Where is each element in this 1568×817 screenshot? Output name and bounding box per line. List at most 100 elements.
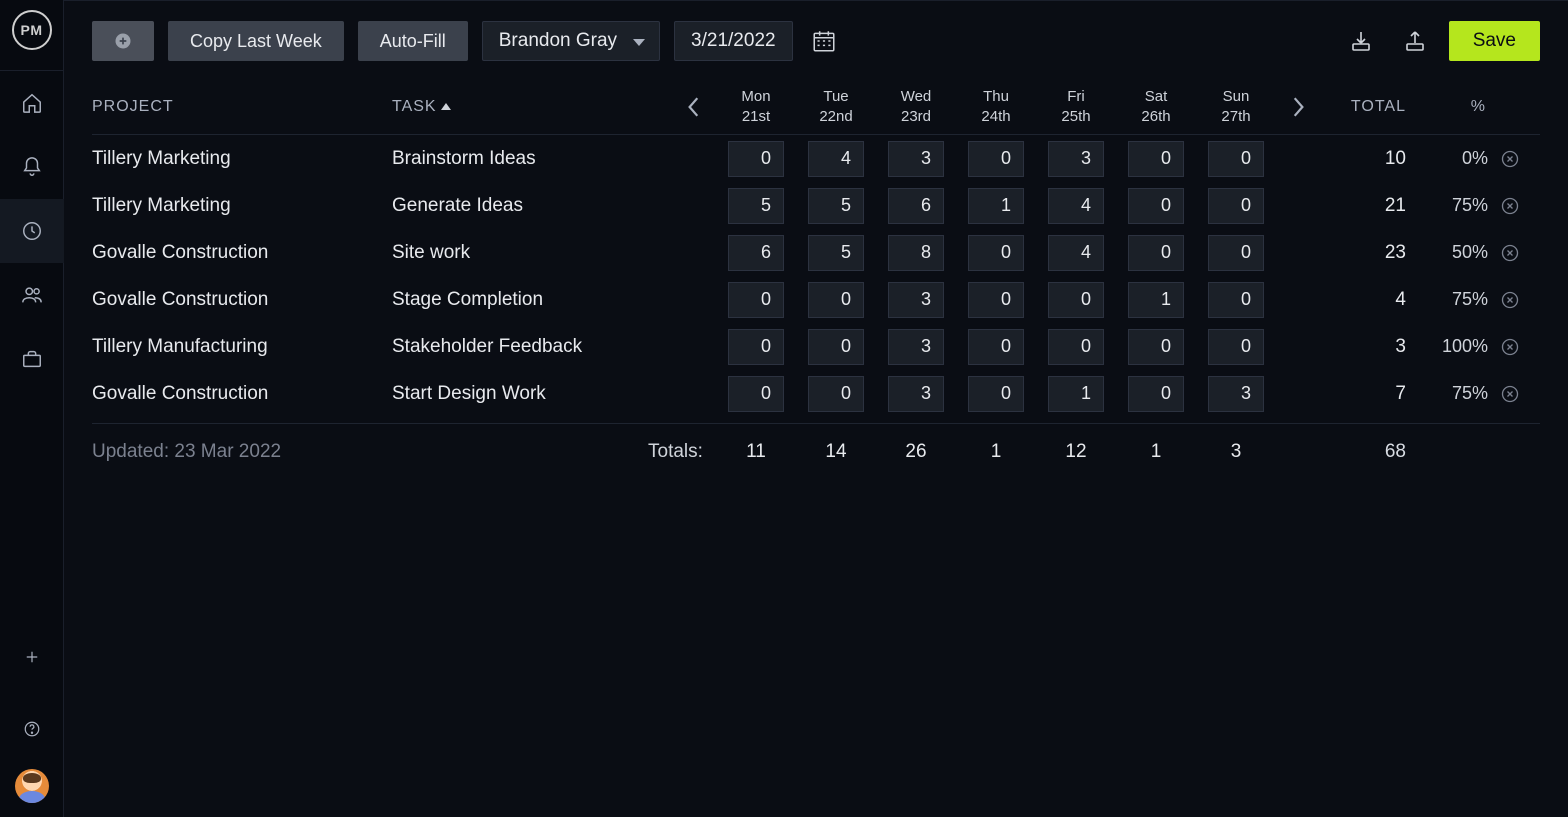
hour-input[interactable]: 0	[1128, 329, 1184, 365]
cell-project[interactable]: Govalle Construction	[92, 289, 392, 311]
hour-input[interactable]: 1	[968, 188, 1024, 224]
hour-input[interactable]: 0	[968, 282, 1024, 318]
hour-input[interactable]: 0	[808, 329, 864, 365]
hour-input[interactable]: 3	[1048, 141, 1104, 177]
chevron-right-icon	[1291, 96, 1305, 118]
user-select[interactable]: Brandon Gray	[482, 21, 660, 61]
hour-input[interactable]: 4	[1048, 188, 1104, 224]
hour-input[interactable]: 3	[888, 141, 944, 177]
nav-home[interactable]	[0, 71, 64, 135]
hour-input[interactable]: 0	[968, 376, 1024, 412]
hour-input[interactable]: 0	[1208, 235, 1264, 271]
next-week-button[interactable]	[1276, 85, 1320, 129]
add-row-button[interactable]	[92, 21, 154, 61]
prev-week-button[interactable]	[672, 85, 716, 129]
hour-input[interactable]: 0	[1128, 376, 1184, 412]
delete-row-button[interactable]	[1490, 196, 1530, 216]
hour-input[interactable]: 0	[728, 376, 784, 412]
user-avatar[interactable]	[15, 769, 49, 803]
hour-input[interactable]: 0	[728, 282, 784, 318]
chevron-left-icon	[687, 96, 701, 118]
header-task-label: TASK	[392, 98, 437, 116]
hour-input[interactable]: 8	[888, 235, 944, 271]
hour-input[interactable]: 0	[1128, 141, 1184, 177]
hour-input[interactable]: 3	[1208, 376, 1264, 412]
hour-input[interactable]: 0	[1048, 282, 1104, 318]
cell-hour: 3	[876, 329, 956, 365]
hour-input[interactable]: 5	[808, 188, 864, 224]
cell-hour: 0	[956, 235, 1036, 271]
hour-input[interactable]: 0	[728, 141, 784, 177]
cell-project[interactable]: Tillery Manufacturing	[92, 336, 392, 358]
cell-project[interactable]: Govalle Construction	[92, 242, 392, 264]
hour-input[interactable]: 1	[1128, 282, 1184, 318]
cell-project[interactable]: Govalle Construction	[92, 383, 392, 405]
hour-input[interactable]: 0	[1208, 329, 1264, 365]
footer-total-mon: 11	[716, 441, 796, 463]
hour-input[interactable]: 3	[888, 376, 944, 412]
hour-input[interactable]: 0	[808, 282, 864, 318]
hour-input[interactable]: 0	[1208, 282, 1264, 318]
hour-input[interactable]: 0	[968, 329, 1024, 365]
hour-input[interactable]: 0	[1048, 329, 1104, 365]
cell-hour: 6	[876, 188, 956, 224]
header-project[interactable]: PROJECT	[92, 98, 392, 116]
timesheet-row: Govalle ConstructionSite work65804002350…	[92, 229, 1540, 276]
help-icon	[23, 720, 41, 738]
delete-row-button[interactable]	[1490, 290, 1530, 310]
nav-work[interactable]	[0, 327, 64, 391]
timesheet-grid: PROJECT TASK Mon21st Tue22nd Wed23rd Thu…	[64, 79, 1568, 479]
cell-task[interactable]: Stakeholder Feedback	[392, 336, 672, 358]
hour-input[interactable]: 0	[808, 376, 864, 412]
delete-row-button[interactable]	[1490, 243, 1530, 263]
grid-footer: Updated: 23 Mar 2022 Totals: 11 14 26 1 …	[92, 423, 1540, 479]
nav-add[interactable]	[0, 625, 64, 689]
main-content: Copy Last Week Auto-Fill Brandon Gray 3/…	[64, 0, 1568, 817]
hour-input[interactable]: 4	[1048, 235, 1104, 271]
cell-task[interactable]: Start Design Work	[392, 383, 672, 405]
hour-input[interactable]: 0	[968, 141, 1024, 177]
delete-row-button[interactable]	[1490, 149, 1530, 169]
import-button[interactable]	[1347, 27, 1375, 55]
cell-hour: 5	[796, 188, 876, 224]
cell-percent: 100%	[1410, 336, 1490, 357]
hour-input[interactable]: 0	[1128, 188, 1184, 224]
hour-input[interactable]: 0	[728, 329, 784, 365]
hour-input[interactable]: 6	[888, 188, 944, 224]
nav-help[interactable]	[0, 697, 64, 761]
delete-row-button[interactable]	[1490, 337, 1530, 357]
footer-total-tue: 14	[796, 441, 876, 463]
hour-input[interactable]: 4	[808, 141, 864, 177]
cell-task[interactable]: Generate Ideas	[392, 195, 672, 217]
nav-timesheet[interactable]	[0, 199, 64, 263]
hour-input[interactable]: 3	[888, 329, 944, 365]
cell-task[interactable]: Brainstorm Ideas	[392, 148, 672, 170]
cell-hour: 4	[1036, 188, 1116, 224]
hour-input[interactable]: 0	[1208, 141, 1264, 177]
nav-notifications[interactable]	[0, 135, 64, 199]
hour-input[interactable]: 3	[888, 282, 944, 318]
nav-team[interactable]	[0, 263, 64, 327]
cell-project[interactable]: Tillery Marketing	[92, 195, 392, 217]
header-task[interactable]: TASK	[392, 98, 672, 116]
cell-hour: 8	[876, 235, 956, 271]
export-button[interactable]	[1401, 27, 1429, 55]
hour-input[interactable]: 6	[728, 235, 784, 271]
hour-input[interactable]: 5	[808, 235, 864, 271]
delete-row-button[interactable]	[1490, 384, 1530, 404]
auto-fill-button[interactable]: Auto-Fill	[358, 21, 468, 61]
hour-input[interactable]: 0	[968, 235, 1024, 271]
hour-input[interactable]: 0	[1208, 188, 1264, 224]
date-input[interactable]: 3/21/2022	[674, 21, 793, 61]
cell-task[interactable]: Site work	[392, 242, 672, 264]
cell-percent: 75%	[1410, 195, 1490, 216]
hour-input[interactable]: 1	[1048, 376, 1104, 412]
save-button[interactable]: Save	[1449, 21, 1540, 61]
cell-project[interactable]: Tillery Marketing	[92, 148, 392, 170]
hour-input[interactable]: 5	[728, 188, 784, 224]
hour-input[interactable]: 0	[1128, 235, 1184, 271]
cell-percent: 0%	[1410, 148, 1490, 169]
cell-task[interactable]: Stage Completion	[392, 289, 672, 311]
calendar-button[interactable]	[809, 26, 839, 56]
copy-last-week-button[interactable]: Copy Last Week	[168, 21, 344, 61]
